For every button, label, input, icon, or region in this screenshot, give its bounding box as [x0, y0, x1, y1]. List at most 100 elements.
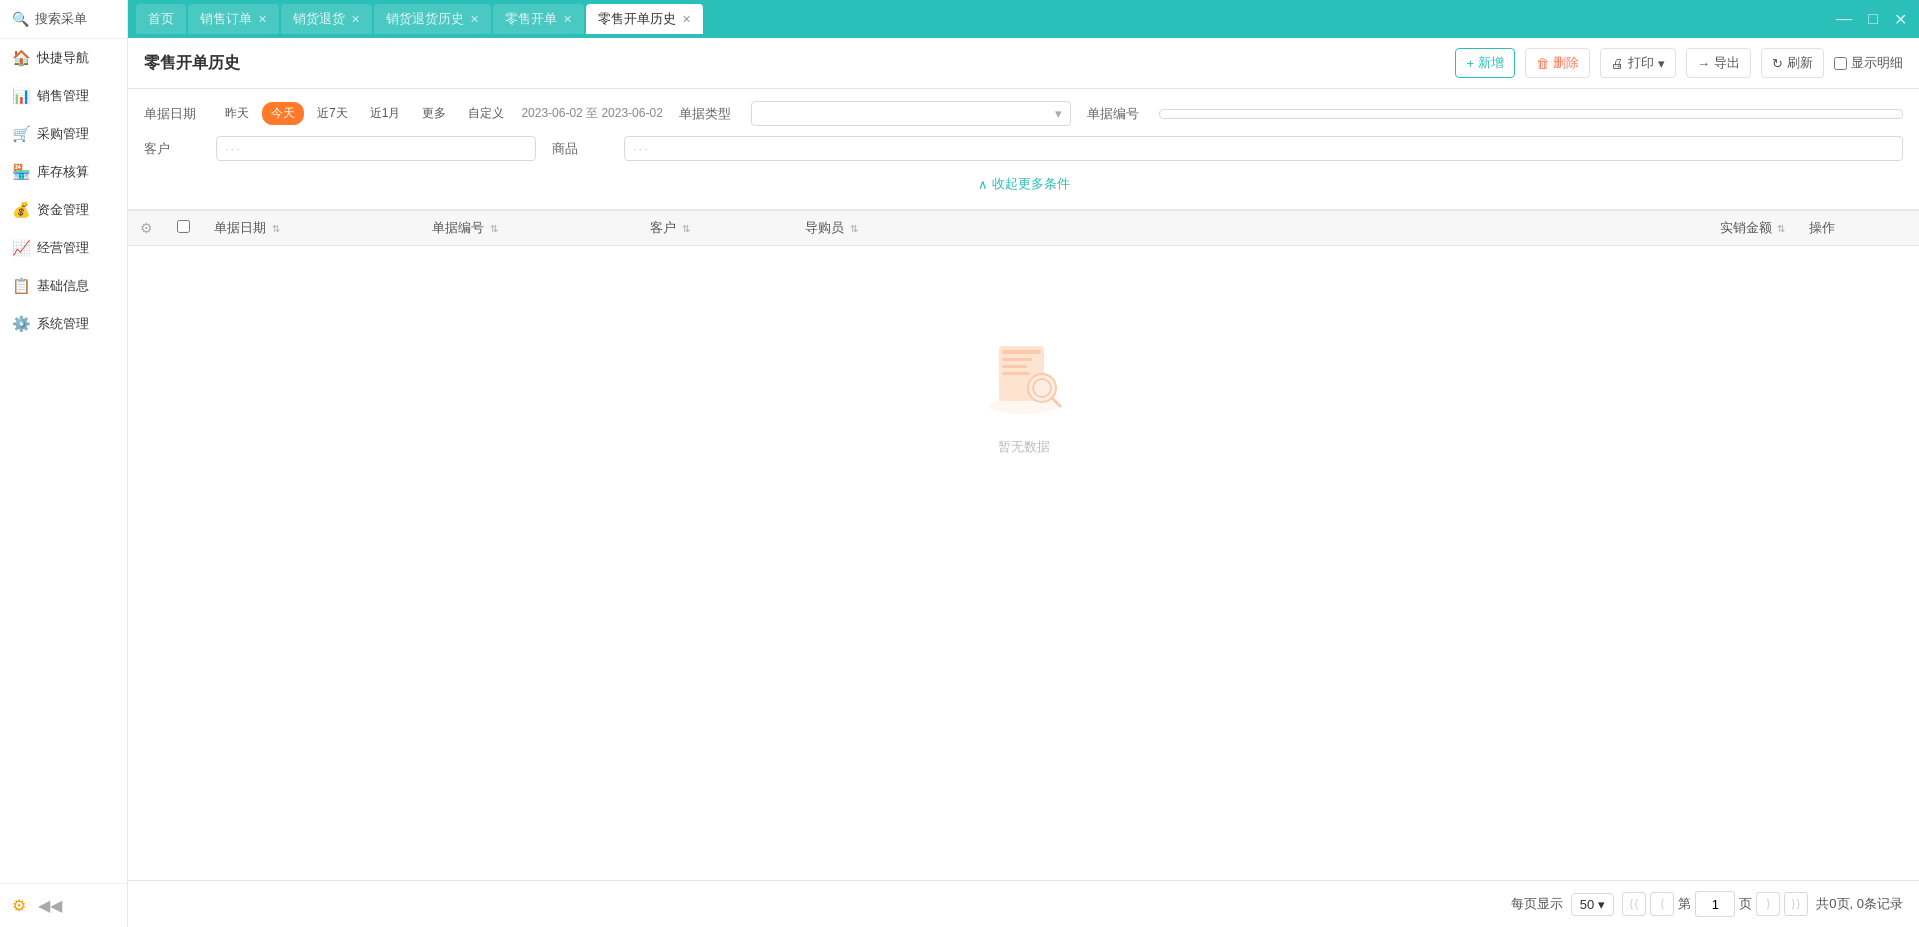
tab-sales-order-label: 销售订单 [200, 10, 252, 28]
table-col-guide[interactable]: 导购员 ⇅ [793, 211, 979, 246]
tab-sales-return-close[interactable]: ✕ [351, 13, 360, 26]
date-range-display: 2023-06-02 至 2023-06-02 [521, 105, 662, 122]
date-btn-more[interactable]: 更多 [413, 102, 455, 125]
prev-page-button[interactable]: ⟨ [1650, 892, 1674, 916]
first-page-button[interactable]: ⟨⟨ [1622, 892, 1646, 916]
sidebar-item-label: 经营管理 [37, 239, 89, 257]
table-col-doc-date[interactable]: 单据日期 ⇅ [202, 211, 420, 246]
customer-placeholder: ··· [225, 141, 242, 156]
empty-text: 暂无数据 [998, 438, 1050, 456]
delete-button[interactable]: 🗑 删除 [1525, 48, 1590, 78]
window-controls: — □ ✕ [1832, 10, 1911, 29]
minimize-button[interactable]: — [1832, 10, 1856, 28]
sidebar-item-label: 库存核算 [37, 163, 89, 181]
collapse-filter-label: 收起更多条件 [992, 175, 1070, 193]
print-icon: 🖨 [1611, 56, 1624, 71]
sidebar-item-sales-mgmt[interactable]: 📊 销售管理 [0, 77, 127, 115]
close-button[interactable]: ✕ [1890, 10, 1911, 29]
refresh-button[interactable]: ↻ 刷新 [1761, 48, 1824, 78]
sidebar-search[interactable]: 🔍 搜索采单 [0, 0, 127, 39]
warehouse-icon: 🏪 [12, 163, 31, 181]
col-actual-amount-label: 实销金额 [1720, 220, 1772, 235]
tab-home-label: 首页 [148, 10, 174, 28]
pagination: 每页显示 50 ▾ ⟨⟨ ⟨ 第 页 ⟩ ⟩⟩ 共0页, 0条记录 [128, 880, 1919, 927]
col-customer-label: 客户 [650, 220, 676, 235]
date-btn-today[interactable]: 今天 [262, 102, 304, 125]
tab-retail-open-hist-label: 零售开单历史 [598, 10, 676, 28]
sidebar-item-label: 快捷导航 [37, 49, 89, 67]
sidebar-item-operations[interactable]: 📈 经营管理 [0, 229, 127, 267]
next-page-button[interactable]: ⟩ [1756, 892, 1780, 916]
money-icon: 💰 [12, 201, 31, 219]
tab-sales-return-hist[interactable]: 销货退货历史 ✕ [374, 4, 491, 34]
chart-icon: 📊 [12, 87, 31, 105]
sidebar-item-label: 采购管理 [37, 125, 89, 143]
tab-sales-return[interactable]: 销货退货 ✕ [281, 4, 372, 34]
collapse-sidebar-icon[interactable]: ◀◀ [38, 896, 62, 915]
sidebar-item-label: 基础信息 [37, 277, 89, 295]
home-icon: 🏠 [12, 49, 31, 67]
sidebar: 🔍 搜索采单 🏠 快捷导航 📊 销售管理 🛒 采购管理 🏪 库存核算 💰 资金管… [0, 0, 128, 927]
display-detail-checkbox[interactable] [1834, 57, 1847, 70]
tab-retail-open-hist-close[interactable]: ✕ [682, 13, 691, 26]
table-col-checkbox[interactable] [165, 211, 202, 246]
display-detail-label: 显示明细 [1851, 54, 1903, 72]
select-all-checkbox[interactable] [177, 220, 190, 233]
sidebar-item-inventory[interactable]: 🏪 库存核算 [0, 153, 127, 191]
export-button[interactable]: → 导出 [1686, 48, 1751, 78]
table-col-doc-no[interactable]: 单据编号 ⇅ [420, 211, 638, 246]
tab-sales-order-close[interactable]: ✕ [258, 13, 267, 26]
customer-input[interactable]: ··· [216, 136, 536, 161]
tab-bar: 首页 销售订单 ✕ 销货退货 ✕ 销货退货历史 ✕ 零售开单 ✕ 零售开单历史 … [128, 0, 1919, 38]
tab-sales-order[interactable]: 销售订单 ✕ [188, 4, 279, 34]
page-number-input[interactable] [1695, 891, 1735, 917]
date-btn-1month[interactable]: 近1月 [361, 102, 410, 125]
sidebar-item-finance[interactable]: 💰 资金管理 [0, 191, 127, 229]
doc-type-arrow-icon: ▾ [1055, 106, 1062, 121]
doc-type-select[interactable]: ▾ [751, 101, 1071, 126]
doc-no-input[interactable] [1159, 109, 1903, 119]
sidebar-item-sys-mgmt[interactable]: ⚙️ 系统管理 [0, 305, 127, 343]
tab-retail-open-hist[interactable]: 零售开单历史 ✕ [586, 4, 703, 34]
tab-retail-open-close[interactable]: ✕ [563, 13, 572, 26]
search-icon: 🔍 [12, 11, 29, 27]
date-btn-yesterday[interactable]: 昨天 [216, 102, 258, 125]
per-page-value: 50 [1580, 897, 1594, 912]
collapse-filter-button[interactable]: ∧ 收起更多条件 [144, 171, 1903, 197]
tab-home[interactable]: 首页 [136, 4, 186, 34]
tab-retail-open[interactable]: 零售开单 ✕ [493, 4, 584, 34]
refresh-label: 刷新 [1787, 54, 1813, 72]
date-quick-buttons: 昨天 今天 近7天 近1月 更多 自定义 2023-06-02 至 2023-0… [216, 102, 663, 125]
per-page-select[interactable]: 50 ▾ [1571, 893, 1614, 916]
tab-sales-return-hist-close[interactable]: ✕ [470, 13, 479, 26]
delete-label: 删除 [1553, 54, 1579, 72]
add-button[interactable]: + 新增 [1455, 48, 1515, 78]
settings-icon[interactable]: ⚙ [12, 896, 26, 915]
print-arrow-icon: ▾ [1658, 56, 1665, 71]
table-settings-icon[interactable]: ⚙ [140, 220, 153, 236]
sidebar-item-quick-nav[interactable]: 🏠 快捷导航 [0, 39, 127, 77]
sort-icon-guide: ⇅ [850, 223, 858, 234]
cart-icon: 🛒 [12, 125, 31, 143]
sidebar-item-purchase-mgmt[interactable]: 🛒 采购管理 [0, 115, 127, 153]
goods-placeholder: ··· [633, 141, 650, 156]
table-col-customer[interactable]: 客户 ⇅ [638, 211, 793, 246]
per-page-arrow-icon: ▾ [1598, 897, 1605, 912]
display-detail-toggle[interactable]: 显示明细 [1834, 54, 1903, 72]
per-page-label: 每页显示 [1511, 895, 1563, 913]
print-button[interactable]: 🖨 打印 ▾ [1600, 48, 1676, 78]
tab-sales-return-label: 销货退货 [293, 10, 345, 28]
table-col-settings[interactable]: ⚙ [128, 211, 165, 246]
sidebar-search-label: 搜索采单 [35, 10, 87, 28]
table-col-actual-amount[interactable]: 实销金额 ⇅ [1579, 211, 1797, 246]
table-header-row: ⚙ 单据日期 ⇅ 单据编号 ⇅ 客户 ⇅ [128, 211, 1919, 246]
table-col-spacer [979, 211, 1579, 246]
date-btn-custom[interactable]: 自定义 [459, 102, 513, 125]
date-btn-7days[interactable]: 近7天 [308, 102, 357, 125]
last-page-button[interactable]: ⟩⟩ [1784, 892, 1808, 916]
sort-icon-actual-amount: ⇅ [1777, 223, 1785, 234]
table-col-actions: 操作 [1797, 211, 1919, 246]
sidebar-item-basic-info[interactable]: 📋 基础信息 [0, 267, 127, 305]
maximize-button[interactable]: □ [1864, 10, 1882, 28]
goods-input[interactable]: ··· [624, 136, 1903, 161]
